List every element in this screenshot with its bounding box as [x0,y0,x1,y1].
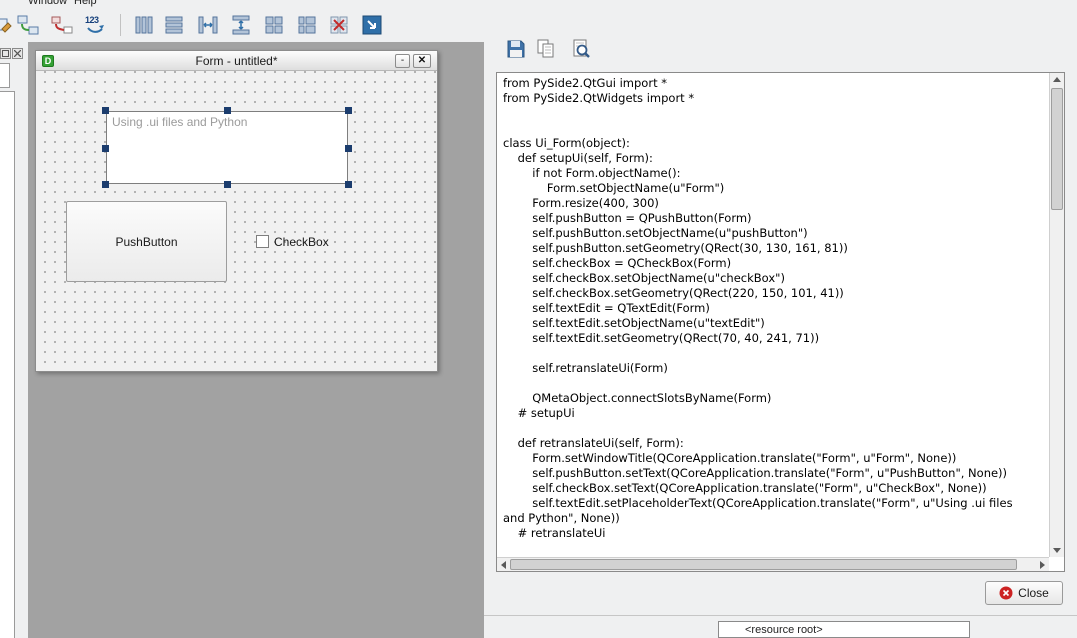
save-icon [505,38,527,60]
close-dialog-label: Close [1018,586,1049,600]
dialog-bottom-edge [484,615,1077,616]
find-icon [570,38,592,60]
layout-form-button[interactable] [295,12,319,38]
tab-order-arrow-icon [84,14,106,36]
form-minimize-button[interactable]: - [395,54,410,68]
edit-buddies-button[interactable] [50,12,74,38]
copy-code-button[interactable] [534,37,558,61]
float-icon [2,50,9,57]
checkbox-label: CheckBox [274,235,329,249]
signals-slots-icon [17,14,39,36]
textedit-placeholder: Using .ui files and Python [107,112,347,132]
form-window-title: Form - untitled* [36,54,437,68]
dock-close-button[interactable] [12,48,23,59]
scroll-left-icon[interactable] [497,558,510,571]
form-designer-window: D Form - untitled* - ✕ Using .ui files a… [35,50,438,372]
resource-browser-root[interactable]: <resource root> [718,621,970,638]
scroll-down-icon[interactable] [1050,544,1064,557]
edit-signals-slots-button[interactable] [16,12,40,38]
save-code-button[interactable] [504,37,528,61]
break-layout-icon [328,14,350,36]
dock-float-button[interactable] [0,48,11,59]
break-layout-button[interactable] [327,12,351,38]
toolbar-separator [120,14,121,36]
resize-handle-e[interactable] [345,145,352,152]
splitter-horizontal-icon [197,14,219,36]
form-canvas[interactable]: Using .ui files and Python PushButton Ch… [36,71,437,371]
close-dialog-button[interactable]: Close [985,581,1063,605]
close-icon [14,50,21,57]
menu-help[interactable]: Help [74,0,97,7]
resize-handle-w[interactable] [102,145,109,152]
menu-window[interactable]: Window [28,0,67,7]
resize-handle-ne[interactable] [345,107,352,114]
resize-handle-n[interactable] [224,107,231,114]
resize-handle-nw[interactable] [102,107,109,114]
close-red-icon [999,586,1013,600]
resize-handle-s[interactable] [224,181,231,188]
code-horizontal-scrollbar[interactable] [497,557,1049,571]
adjust-size-icon [361,14,383,36]
layout-vertical-button[interactable] [162,12,186,38]
layout-form-icon [296,14,318,36]
checkbox-indicator [256,235,269,248]
splitter-horizontal-button[interactable] [196,12,220,38]
layout-grid-button[interactable] [262,12,286,38]
layout-horizontal-button[interactable] [132,12,156,38]
generated-code-text[interactable]: from PySide2.QtGui import * from PySide2… [497,73,1049,557]
checkbox-widget[interactable]: CheckBox [256,221,357,262]
splitter-vertical-icon [230,14,252,36]
copy-icon [535,38,557,60]
pushbutton-widget[interactable]: PushButton [66,201,227,282]
adjust-size-button[interactable] [360,12,384,38]
widget-box-list[interactable] [0,91,15,638]
left-dock-strip [0,42,28,638]
scroll-right-icon[interactable] [1036,558,1049,571]
resize-handle-se[interactable] [345,181,352,188]
edit-tab-order-button[interactable]: 123 [83,12,107,38]
code-vertical-scrollbar[interactable] [1049,73,1064,557]
scroll-up-icon[interactable] [1050,73,1064,86]
resource-root-label: <resource root> [745,624,823,636]
splitter-vertical-button[interactable] [229,12,253,38]
form-window-titlebar[interactable]: D Form - untitled* - ✕ [36,51,437,71]
pushbutton-label: PushButton [115,235,177,249]
layout-grid-icon [263,14,285,36]
layout-horizontal-icon [133,14,155,36]
horizontal-scroll-thumb[interactable] [510,559,1017,570]
widget-box-filter[interactable] [0,63,10,88]
view-code-dialog: from PySide2.QtGui import * from PySide2… [484,0,1077,638]
textedit-widget[interactable]: Using .ui files and Python [106,111,348,184]
resize-handle-sw[interactable] [102,181,109,188]
find-in-code-button[interactable] [569,37,593,61]
tab-order-icon: 123 [84,14,106,36]
code-view: from PySide2.QtGui import * from PySide2… [496,72,1065,572]
edit-buddies-icon [51,14,73,36]
edit-widgets-icon [0,14,13,36]
layout-vertical-icon [163,14,185,36]
form-close-button[interactable]: ✕ [413,54,431,68]
edit-widgets-button[interactable] [0,12,14,38]
vertical-scroll-thumb[interactable] [1051,88,1063,210]
